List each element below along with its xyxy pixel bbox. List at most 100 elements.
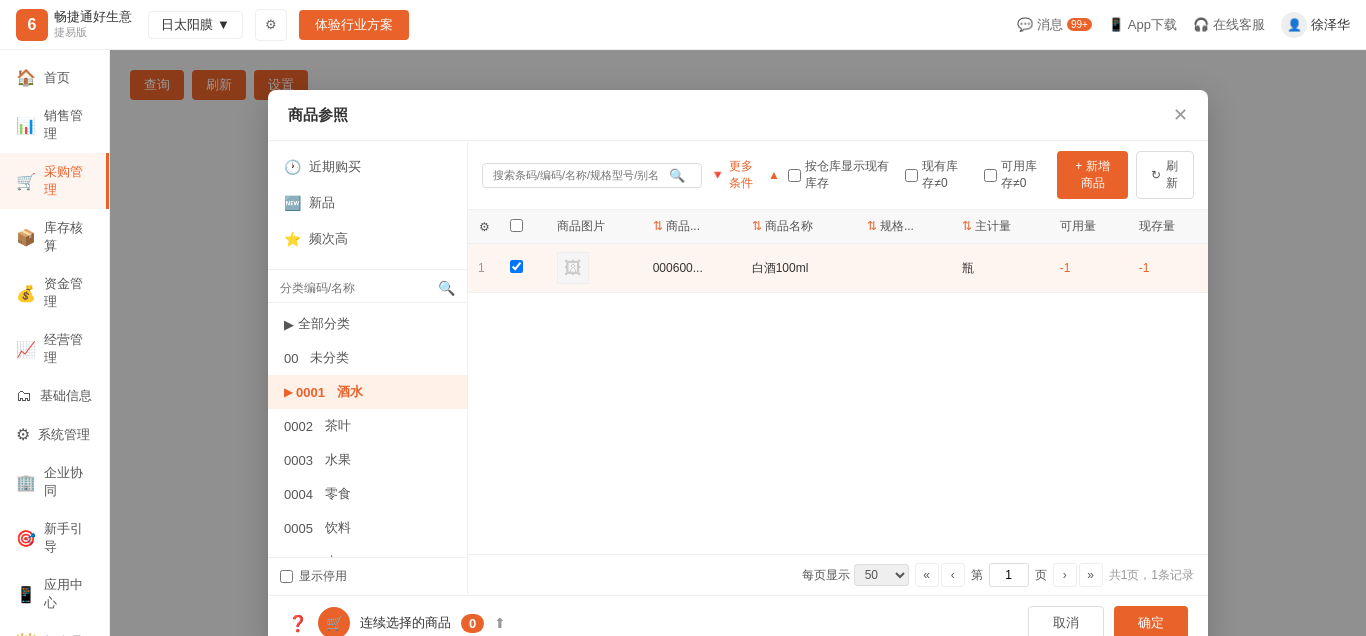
add-product-btn[interactable]: + 新增商品: [1057, 151, 1128, 199]
app-download-btn[interactable]: 📱 App下载: [1108, 16, 1177, 34]
sidebar-item-sales[interactable]: 📊 销售管理: [0, 97, 109, 153]
collapse-arrow-icon[interactable]: ⬆: [494, 615, 506, 631]
col-unit[interactable]: ⇅ 主计量: [952, 210, 1050, 244]
checkbox-warehouse-stock[interactable]: 按仓库显示现有库存: [788, 158, 892, 192]
category-0002[interactable]: 0002 茶叶: [268, 409, 467, 443]
sidebar-item-enterprise[interactable]: 🏢 企业协同: [0, 454, 109, 510]
row-image: 🖼: [547, 244, 643, 293]
help-icon[interactable]: ❓: [288, 614, 308, 633]
basic-info-icon: 🗂: [16, 387, 32, 405]
pagination: 每页显示 50 10 20 100 « ‹: [468, 554, 1208, 595]
cart-icon[interactable]: 🛒: [318, 607, 350, 636]
content-area: 查询 刷新 设置 商品参照 ✕ 🕐: [110, 50, 1366, 636]
checkbox-available-stock[interactable]: 可用库存≠0: [984, 158, 1049, 192]
next-page-btn[interactable]: ›: [1053, 563, 1077, 587]
more-filter-btn[interactable]: 🔻 更多条件 ▲: [710, 158, 780, 192]
prev-page-btn[interactable]: ‹: [941, 563, 965, 587]
star-icon: ⭐: [284, 231, 301, 247]
category-0004[interactable]: 0004 零食: [268, 477, 467, 511]
category-list: ▶ 全部分类 00 未分类 ▶ 0001 酒水 0002 茶: [268, 303, 467, 557]
confirm-btn[interactable]: 确定: [1114, 606, 1188, 636]
footer-left: ❓ 🛒 连续选择的商品 0 ⬆: [288, 607, 506, 636]
enterprise-icon: 🏢: [16, 473, 36, 492]
last-page-btn[interactable]: »: [1079, 563, 1103, 587]
frequent-tab[interactable]: ⭐ 频次高: [268, 221, 467, 257]
sidebar-item-guide[interactable]: 🎯 新手引导: [0, 510, 109, 566]
logo-area: 6 畅捷通好生意 捷易版: [16, 9, 136, 41]
col-settings[interactable]: ⚙: [468, 210, 500, 244]
row-code: 000600...: [643, 244, 742, 293]
sidebar-item-member[interactable]: 👑 畅会员: [0, 622, 109, 636]
product-search-input[interactable]: [493, 169, 663, 181]
recent-purchase-tab[interactable]: 🕐 近期购买: [268, 149, 467, 185]
row-name: 白酒100ml: [742, 244, 857, 293]
inventory-icon: 📦: [16, 228, 36, 247]
col-name[interactable]: ⇅ 商品名称: [742, 210, 857, 244]
online-service-btn[interactable]: 🎧 在线客服: [1193, 16, 1265, 34]
select-all-checkbox[interactable]: [510, 219, 523, 232]
checkbox-current-stock[interactable]: 现有库存≠0: [905, 158, 970, 192]
right-panel: 🔍 🔻 更多条件 ▲ 按仓库显示现有库存: [468, 141, 1208, 595]
sort-icon-spec: ⇅: [867, 219, 877, 233]
sidebar-item-inventory[interactable]: 📦 库存核算: [0, 209, 109, 265]
row-checkbox[interactable]: [500, 244, 547, 293]
clock-icon: 🕐: [284, 159, 301, 175]
row-spec: [857, 244, 952, 293]
sidebar-item-home[interactable]: 🏠 首页: [0, 58, 109, 97]
category-0001[interactable]: ▶ 0001 酒水: [268, 375, 467, 409]
category-00[interactable]: 00 未分类: [268, 341, 467, 375]
settings-btn[interactable]: ⚙: [255, 9, 287, 41]
user-avatar[interactable]: 👤 徐泽华: [1281, 12, 1350, 38]
member-icon: 👑: [16, 632, 36, 636]
col-spec[interactable]: ⇅ 规格...: [857, 210, 952, 244]
apps-icon: 📱: [16, 585, 36, 604]
first-page-btn[interactable]: «: [915, 563, 939, 587]
finance-icon: 💰: [16, 284, 36, 303]
product-search-bar[interactable]: 🔍: [482, 163, 702, 188]
sidebar-item-basic-info[interactable]: 🗂 基础信息: [0, 377, 109, 415]
sidebar-item-finance[interactable]: 💰 资金管理: [0, 265, 109, 321]
page-nav: « ‹ 第 页 › »: [915, 563, 1103, 587]
category-0003[interactable]: 0003 水果: [268, 443, 467, 477]
sidebar-item-system[interactable]: ⚙ 系统管理: [0, 415, 109, 454]
sort-icon: ⇅: [653, 219, 663, 233]
product-table: ⚙ 商品图片 ⇅ 商品... ⇅ 商品名称 ⇅ 规格... ⇅ 主计量 可用量: [468, 210, 1208, 293]
category-0008[interactable]: 0008 水: [268, 545, 467, 557]
sort-icon-name: ⇅: [752, 219, 762, 233]
page-size-selector: 每页显示 50 10 20 100: [802, 564, 909, 586]
page-number-input[interactable]: [989, 563, 1029, 587]
col-checkbox-all[interactable]: [500, 210, 547, 244]
toolbar-actions: + 新增商品 ↻ 刷新: [1057, 151, 1194, 199]
left-panel-tabs: 🕐 近期购买 🆕 新品 ⭐ 频次高: [268, 141, 467, 265]
continuous-label: 连续选择的商品: [360, 614, 451, 632]
product-search-icon[interactable]: 🔍: [669, 168, 685, 183]
page-info: 共1页，1条记录: [1109, 567, 1194, 584]
home-icon: 🏠: [16, 68, 36, 87]
main-layout: 🏠 首页 📊 销售管理 🛒 采购管理 📦 库存核算 💰 资金管理 📈 经营管理 …: [0, 50, 1366, 636]
sort-icon-unit: ⇅: [962, 219, 972, 233]
show-disabled-checkbox[interactable]: [280, 570, 293, 583]
refresh-btn[interactable]: ↻ 刷新: [1136, 151, 1194, 199]
table-header-row: ⚙ 商品图片 ⇅ 商品... ⇅ 商品名称 ⇅ 规格... ⇅ 主计量 可用量: [468, 210, 1208, 244]
category-search-input[interactable]: [280, 281, 432, 295]
top-nav: 6 畅捷通好生意 捷易版 日太阳膜 ▼ ⚙ 体验行业方案 💬 消息 99+ 📱 …: [0, 0, 1366, 50]
cancel-btn[interactable]: 取消: [1028, 606, 1104, 636]
new-icon: 🆕: [284, 195, 301, 211]
message-btn[interactable]: 💬 消息 99+: [1017, 16, 1092, 34]
table-row[interactable]: 1 🖼 000600... 白酒100ml 瓶: [468, 244, 1208, 293]
nav-selector[interactable]: 日太阳膜 ▼: [148, 11, 243, 39]
trial-btn[interactable]: 体验行业方案: [299, 10, 409, 40]
dialog-title: 商品参照: [288, 106, 348, 125]
sidebar-item-apps[interactable]: 📱 应用中心: [0, 566, 109, 622]
col-code[interactable]: ⇅ 商品...: [643, 210, 742, 244]
page-size-select[interactable]: 50 10 20 100: [854, 564, 909, 586]
dialog-close-btn[interactable]: ✕: [1173, 104, 1188, 126]
sidebar-item-operations[interactable]: 📈 经营管理: [0, 321, 109, 377]
sidebar-item-purchase[interactable]: 🛒 采购管理: [0, 153, 109, 209]
category-0005[interactable]: 0005 饮料: [268, 511, 467, 545]
category-all[interactable]: ▶ 全部分类: [268, 307, 467, 341]
new-products-tab[interactable]: 🆕 新品: [268, 185, 467, 221]
operations-icon: 📈: [16, 340, 36, 359]
category-search-icon[interactable]: 🔍: [438, 280, 455, 296]
product-table-container: ⚙ 商品图片 ⇅ 商品... ⇅ 商品名称 ⇅ 规格... ⇅ 主计量 可用量: [468, 210, 1208, 554]
